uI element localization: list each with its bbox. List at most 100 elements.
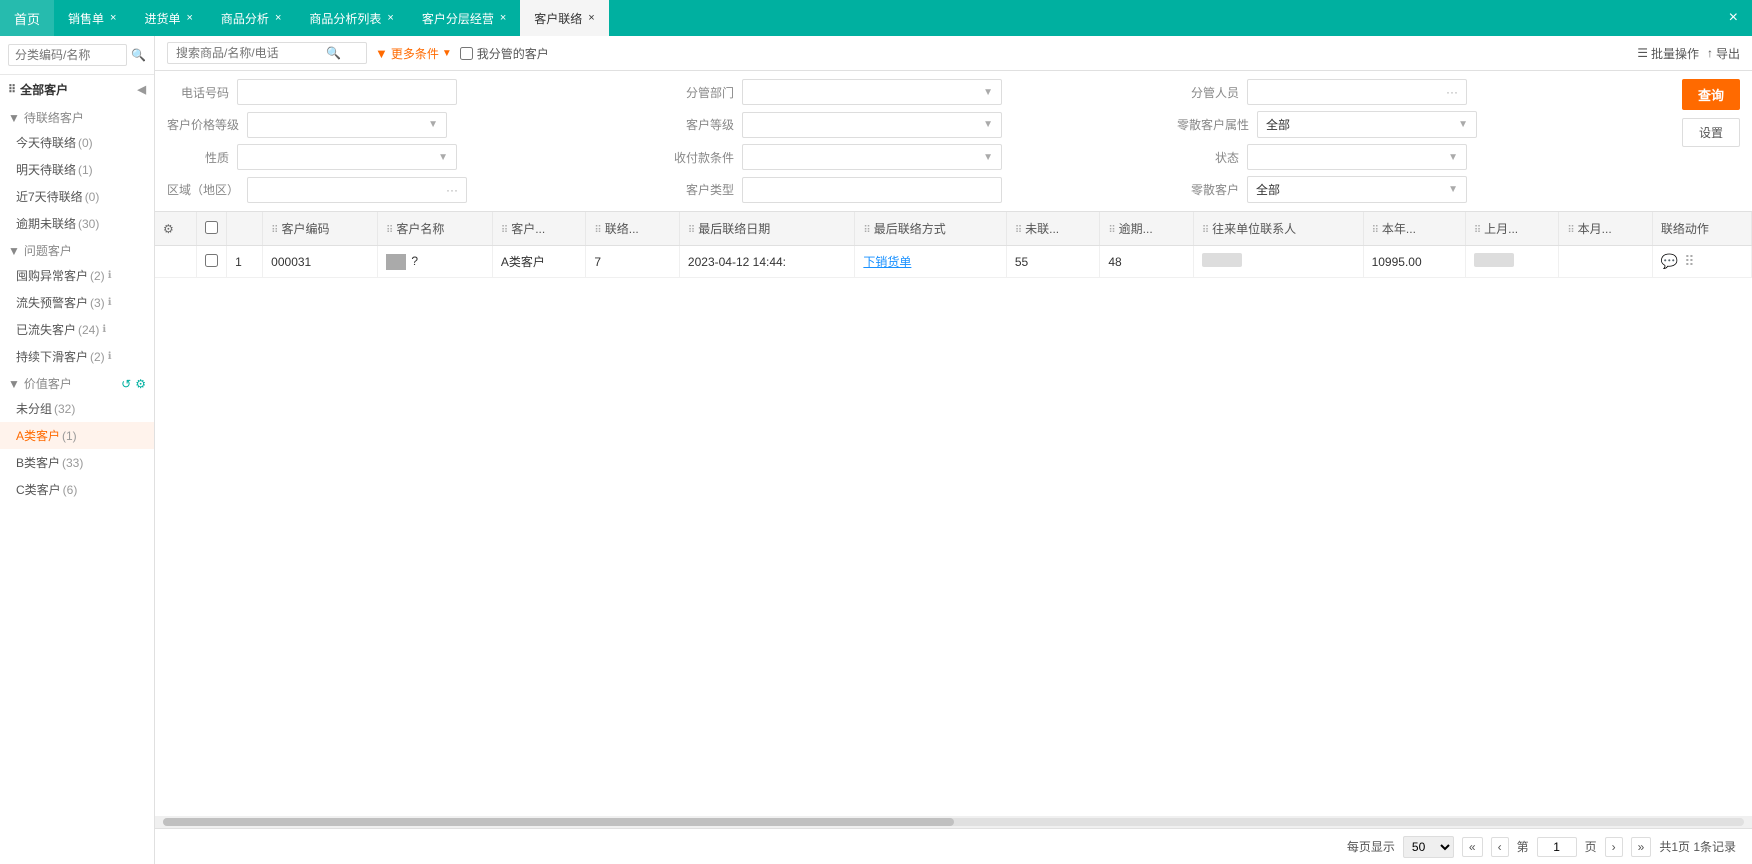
sidebar-item-class-c[interactable]: C类客户(6) [0,476,154,503]
col-handle-name: ⠿ [386,225,393,236]
filter-input-payment[interactable]: ▼ [742,144,1002,170]
sidebar-collapse-icon[interactable]: ◀ [138,83,146,96]
filter-input-phone[interactable] [237,79,457,105]
sidebar-group-pending[interactable]: ▼ 待联络客户 [0,104,154,129]
filter-input-dept[interactable]: ▼ [742,79,1002,105]
table-header-gear[interactable]: ⚙ [155,212,197,246]
my-customers-checkbox[interactable] [460,47,473,60]
query-button[interactable]: 查询 [1682,79,1740,110]
table-header-this-month[interactable]: ⠿本月... [1559,212,1653,246]
filter-input-manager[interactable]: ··· [1247,79,1467,105]
filter-label-retail-attr: 零散客户属性 [1177,116,1257,133]
col-handle-last-month: ⠿ [1474,225,1481,236]
table-header-no-contact[interactable]: ⠿未联... [1006,212,1100,246]
scroll-thumb[interactable] [163,818,954,826]
value-group-settings[interactable]: ⚙ [135,377,146,391]
table-header-level[interactable]: ⠿客户... [492,212,586,246]
more-action-icon[interactable]: ⠿ [1684,253,1694,270]
sidebar-item-declining[interactable]: 持续下滑客户(2)ℹ [0,343,154,370]
select-all-checkbox[interactable] [205,221,218,234]
nav-tab-product-list[interactable]: 商品分析列表 × [295,0,407,36]
close-all-button[interactable]: × [1715,9,1752,27]
filter-input-region[interactable]: ··· [247,177,467,203]
sidebar-item-class-a[interactable]: A类客户(1) [0,422,154,449]
sidebar-item-class-b[interactable]: B类客户(33) [0,449,154,476]
sidebar-item-overdue[interactable]: 逾期未联络(30) [0,210,154,237]
sidebar-item-churn-warn[interactable]: 流失预警客户(3)ℹ [0,289,154,316]
sidebar-item-abnormal[interactable]: 囤购异常客户(2)ℹ [0,262,154,289]
close-tab-product-analysis[interactable]: × [275,12,281,24]
settings-button[interactable]: 设置 [1682,118,1740,147]
table-header-unit-contact[interactable]: ⠿往来单位联系人 [1193,212,1363,246]
nav-tab-customer-contact[interactable]: 客户联络 × [520,0,608,36]
close-tab-product-list[interactable]: × [387,12,393,24]
table-header-action: 联络动作 [1652,212,1751,246]
sidebar-item-tomorrow[interactable]: 明天待联络(1) [0,156,154,183]
col-handle-this-year: ⠿ [1372,225,1379,236]
filter-input-price-level[interactable]: ▼ [247,112,447,138]
sidebar-all-customers[interactable]: ⠿ 全部客户 ◀ [0,75,154,104]
close-tab-purchase[interactable]: × [186,12,192,24]
row-checkbox[interactable] [205,254,218,267]
sidebar-item-today[interactable]: 今天待联络(0) [0,129,154,156]
chat-action-icon[interactable]: 💬 [1661,253,1678,270]
sidebar-item-churned[interactable]: 已流失客户(24)ℹ [0,316,154,343]
td-this-year: 10995.00 [1363,246,1465,278]
sidebar-item-7days[interactable]: 近7天待联络(0) [0,183,154,210]
nav-home[interactable]: 首页 [0,0,54,36]
filter-field-manager: 分管人员 ··· [1177,79,1658,105]
filter-search-input[interactable] [176,46,326,60]
nav-tab-product-analysis[interactable]: 商品分析 × [207,0,295,36]
export-button[interactable]: ↑ 导出 [1707,45,1740,62]
table-header-code[interactable]: ⠿客户编码 [263,212,378,246]
table-header-overdue[interactable]: ⠿逾期... [1100,212,1194,246]
td-actions: 💬 ⠿ [1652,246,1751,278]
sidebar-item-ungrouped[interactable]: 未分组(32) [0,395,154,422]
nav-tab-customer-mgmt[interactable]: 客户分层经营 × [408,0,520,36]
my-customers-filter[interactable]: 我分管的客户 [460,45,549,62]
table-header-last-method[interactable]: ⠿最后联络方式 [855,212,1006,246]
table-header-contact[interactable]: ⠿联络... [586,212,680,246]
main-layout: 🔍 ⠿ 全部客户 ◀ ▼ 待联络客户 今天待联络(0) 明天待联络(1) 近7天… [0,36,1752,864]
sidebar-search-input[interactable] [8,44,127,66]
col-handle-contact: ⠿ [594,225,601,236]
horizontal-scrollbar[interactable] [155,816,1752,828]
filter-label-dept: 分管部门 [672,84,742,101]
filter-label-region: 区域（地区） [167,181,247,198]
close-tab-sales[interactable]: × [110,12,116,24]
table-header-name[interactable]: ⠿客户名称 [378,212,493,246]
value-group-refresh[interactable]: ↺ [121,377,131,391]
more-conditions-button[interactable]: ▼ 更多条件 ▼ [375,45,452,62]
filter-input-status[interactable]: ▼ [1247,144,1467,170]
batch-operations-button[interactable]: ☰ 批量操作 [1637,45,1699,62]
scroll-track [163,818,1744,826]
per-page-select[interactable]: 50 100 [1403,836,1454,858]
filter-field-cust-level: 客户等级 ▼ [672,112,1153,138]
filter-input-retail-attr[interactable]: 全部 ▼ [1257,111,1477,138]
sidebar-group-value[interactable]: ▼ 价值客户 ↺ ⚙ [0,370,154,395]
first-page-button[interactable]: « [1462,837,1483,857]
filter-label-cust-type: 客户类型 [672,181,742,198]
table-header-last-month[interactable]: ⠿上月... [1465,212,1559,246]
last-method-link[interactable]: 下销货单 [863,255,911,269]
filter-input-cust-type[interactable] [742,177,1002,203]
nav-tab-sales[interactable]: 销售单 × [54,0,130,36]
table-header-last-date[interactable]: ⠿最后联络日期 [679,212,854,246]
table-header-this-year[interactable]: ⠿本年... [1363,212,1465,246]
close-tab-customer-mgmt[interactable]: × [500,12,506,24]
sidebar-group-problem[interactable]: ▼ 问题客户 [0,237,154,262]
table-area: ⚙ ⠿客户编码 ⠿客户名称 ⠿客户... [155,212,1752,816]
status-arrow-icon: ▼ [1448,152,1458,163]
close-tab-customer-contact[interactable]: × [588,12,594,24]
col-handle-level: ⠿ [501,225,508,236]
last-page-button[interactable]: » [1631,837,1652,857]
filter-input-retail[interactable]: 全部 ▼ [1247,176,1467,203]
next-page-button[interactable]: › [1605,837,1623,857]
filter-input-nature[interactable]: ▼ [237,144,457,170]
filter-input-cust-level[interactable]: ▼ [742,112,1002,138]
sidebar-search-icon[interactable]: 🔍 [131,48,146,62]
filter-search-icon[interactable]: 🔍 [326,46,341,60]
prev-page-button[interactable]: ‹ [1491,837,1509,857]
nav-tab-purchase[interactable]: 进货单 × [130,0,206,36]
page-number-input[interactable] [1537,837,1577,857]
